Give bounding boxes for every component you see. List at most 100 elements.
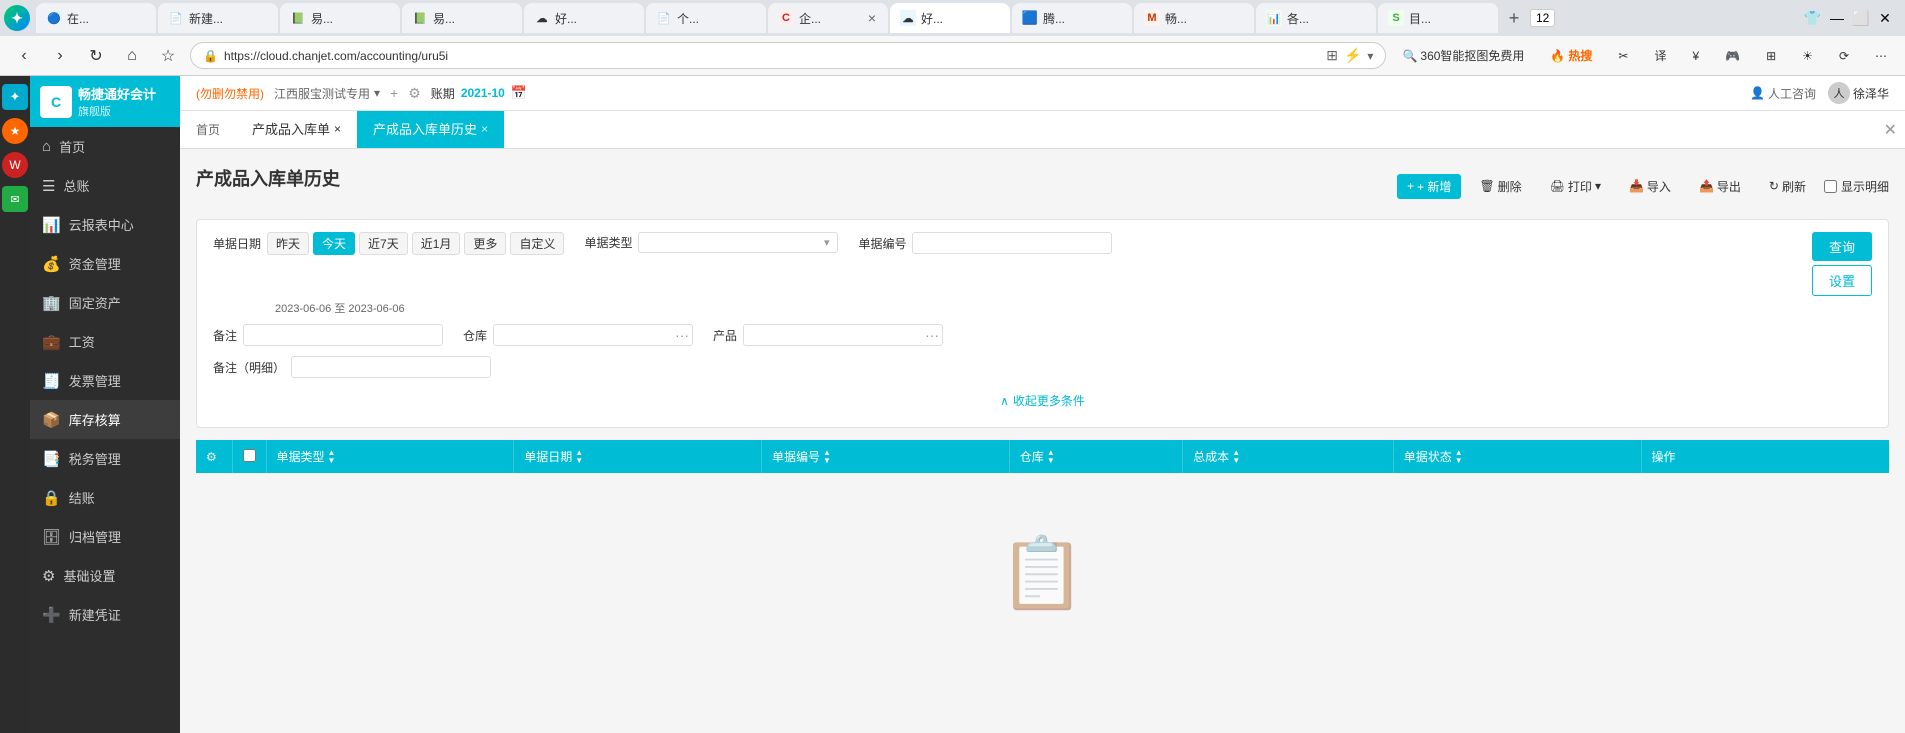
dropdown-icon[interactable]: ▾ xyxy=(1367,49,1373,63)
translate-btn[interactable]: 译 xyxy=(1646,44,1674,67)
date-btn-1month[interactable]: 近1月 xyxy=(412,232,461,255)
th-warehouse[interactable]: 仓库 ▲▼ xyxy=(1009,440,1182,473)
product-input[interactable] xyxy=(743,324,943,346)
rail-icon-1[interactable]: ✦ xyxy=(2,84,28,110)
sidebar-item-fixed[interactable]: 🏢 固定资产 xyxy=(30,283,180,322)
warehouse-dots[interactable]: ··· xyxy=(675,327,689,343)
sidebar-item-tax[interactable]: 📑 税务管理 xyxy=(30,439,180,478)
date-btn-7days[interactable]: 近7天 xyxy=(359,232,408,255)
page-tab-history-close[interactable]: × xyxy=(481,122,488,136)
tab-count[interactable]: 12 xyxy=(1530,9,1555,27)
tab-12[interactable]: S 目... xyxy=(1378,3,1498,33)
company-selector[interactable]: 江西服宝测试专用 ▾ xyxy=(274,85,380,102)
hot-search[interactable]: 🔥 热搜 xyxy=(1542,44,1600,67)
tab-10[interactable]: M 畅... xyxy=(1134,3,1254,33)
date-btn-custom[interactable]: 自定义 xyxy=(510,232,564,255)
home-button[interactable]: ⌂ xyxy=(118,42,146,70)
url-bar[interactable]: 🔒 https://cloud.chanjet.com/accounting/u… xyxy=(190,42,1386,69)
doc-num-input[interactable] xyxy=(912,232,1112,254)
page-tab-history[interactable]: 产成品入库单历史 × xyxy=(357,111,504,148)
import-button[interactable]: 📥 导入 xyxy=(1619,174,1681,199)
sidebar-item-settings[interactable]: ⚙ 基础设置 xyxy=(30,556,180,595)
tab-7-close[interactable]: × xyxy=(866,10,878,26)
user-service[interactable]: 👤 人工咨询 xyxy=(1750,85,1816,102)
export-button[interactable]: 📤 导出 xyxy=(1689,174,1751,199)
rail-icon-3[interactable]: W xyxy=(2,152,28,178)
tab-7[interactable]: C 企... × xyxy=(768,3,888,33)
sidebar-item-inventory[interactable]: 📦 库存核算 xyxy=(30,400,180,439)
sidebar-item-archive[interactable]: 🗄 归档管理 xyxy=(30,517,180,556)
new-tab-button[interactable]: + xyxy=(1500,4,1528,32)
th-total-cost[interactable]: 总成本 ▲▼ xyxy=(1183,440,1394,473)
date-btn-more[interactable]: 更多 xyxy=(464,232,506,255)
date-btn-yesterday[interactable]: 昨天 xyxy=(267,232,309,255)
doc-type-select[interactable]: ▾ xyxy=(638,232,838,253)
theme-btn[interactable]: ☀ xyxy=(1794,46,1821,66)
sidebar-item-reports[interactable]: 📊 云报表中心 xyxy=(30,205,180,244)
grid-btn[interactable]: ⊞ xyxy=(1758,46,1784,66)
th-doc-num[interactable]: 单据编号 ▲▼ xyxy=(762,440,1010,473)
date-btn-today[interactable]: 今天 xyxy=(313,232,355,255)
company-settings[interactable]: ⚙ xyxy=(408,85,421,102)
collapse-button[interactable]: ∧ 收起更多条件 xyxy=(213,386,1872,415)
settings-button[interactable]: 设置 xyxy=(1812,265,1872,296)
refresh-button[interactable]: ↻ 刷新 xyxy=(1759,174,1816,199)
sidebar-item-payroll[interactable]: 💼 工资 xyxy=(30,322,180,361)
breadcrumb-home[interactable]: 首页 xyxy=(196,121,220,138)
refresh-button[interactable]: ↻ xyxy=(82,42,110,70)
query-button[interactable]: 查询 xyxy=(1812,232,1872,261)
tab-3-icon: 📗 xyxy=(290,10,306,26)
tab-panel-close[interactable]: ✕ xyxy=(1884,120,1897,140)
sidebar-item-ledger[interactable]: ☰ 总账 xyxy=(30,166,180,205)
add-button[interactable]: + + 新增 xyxy=(1397,174,1461,199)
th-doc-status[interactable]: 单据状态 ▲▼ xyxy=(1393,440,1641,473)
add-company[interactable]: + xyxy=(390,85,398,101)
tab-8[interactable]: ☁ 好... xyxy=(890,3,1010,33)
th-doc-date[interactable]: 单据日期 ▲▼ xyxy=(514,440,762,473)
tab-2[interactable]: 📄 新建... xyxy=(158,3,278,33)
tab-11[interactable]: 📊 各... xyxy=(1256,3,1376,33)
back-button[interactable]: ‹ xyxy=(10,42,38,70)
sidebar-item-home[interactable]: ⌂ 首页 xyxy=(30,127,180,166)
select-all-checkbox[interactable] xyxy=(243,449,256,462)
tab-4[interactable]: 📗 易... xyxy=(402,3,522,33)
product-dots[interactable]: ··· xyxy=(925,327,939,343)
lightning-icon[interactable]: ⚡ xyxy=(1344,47,1361,64)
th-checkbox[interactable] xyxy=(232,440,266,473)
warehouse-input[interactable] xyxy=(493,324,693,346)
yuan-btn[interactable]: ¥ xyxy=(1684,46,1707,66)
th-doc-type[interactable]: 单据类型 ▲▼ xyxy=(266,440,514,473)
user-avatar[interactable]: 人 徐泽华 xyxy=(1828,82,1889,104)
grid-icon[interactable]: ⊞ xyxy=(1326,47,1338,64)
game-btn[interactable]: 🎮 xyxy=(1717,46,1748,66)
restore-button[interactable]: ⬜ xyxy=(1853,10,1869,26)
print-button[interactable]: 🖨 打印 ▾ xyxy=(1540,174,1611,199)
tab-9[interactable]: 🟦 腾... xyxy=(1012,3,1132,33)
bookmark-button[interactable]: ☆ xyxy=(154,42,182,70)
tab-5[interactable]: ☁ 好... xyxy=(524,3,644,33)
sidebar-item-funds[interactable]: 💰 资金管理 xyxy=(30,244,180,283)
delete-button[interactable]: 🗑 删除 xyxy=(1469,174,1531,199)
forward-button[interactable]: › xyxy=(46,42,74,70)
sync-btn[interactable]: ⟳ xyxy=(1831,46,1857,66)
tab-1[interactable]: 🔵 在... xyxy=(36,3,156,33)
remark-detail-input[interactable] xyxy=(291,356,491,378)
sidebar-item-invoice[interactable]: 🧾 发票管理 xyxy=(30,361,180,400)
remark-input[interactable] xyxy=(243,324,443,346)
scissors-btn[interactable]: ✂ xyxy=(1610,46,1636,66)
tab-3[interactable]: 📗 易... xyxy=(280,3,400,33)
th-gear[interactable]: ⚙ xyxy=(196,440,232,473)
rail-icon-2[interactable]: ★ xyxy=(2,118,28,144)
calendar-icon[interactable]: 📅 xyxy=(511,85,527,101)
more-btn[interactable]: ⋯ xyxy=(1867,46,1895,66)
show-detail-checkbox[interactable] xyxy=(1824,180,1837,193)
sidebar-item-new-voucher[interactable]: ➕ 新建凭证 xyxy=(30,595,180,634)
sidebar-item-closing[interactable]: 🔒 结账 xyxy=(30,478,180,517)
page-tab-list[interactable]: 产成品入库单 × xyxy=(236,111,357,148)
rail-icon-4[interactable]: ✉ xyxy=(2,186,28,212)
minimize-button[interactable]: — xyxy=(1829,10,1845,26)
tab-6[interactable]: 📄 个... xyxy=(646,3,766,33)
page-tab-list-close[interactable]: × xyxy=(334,122,341,136)
search-bar[interactable]: 🔍 360智能抠图免费用 xyxy=(1394,44,1532,67)
close-button[interactable]: ✕ xyxy=(1877,10,1893,26)
